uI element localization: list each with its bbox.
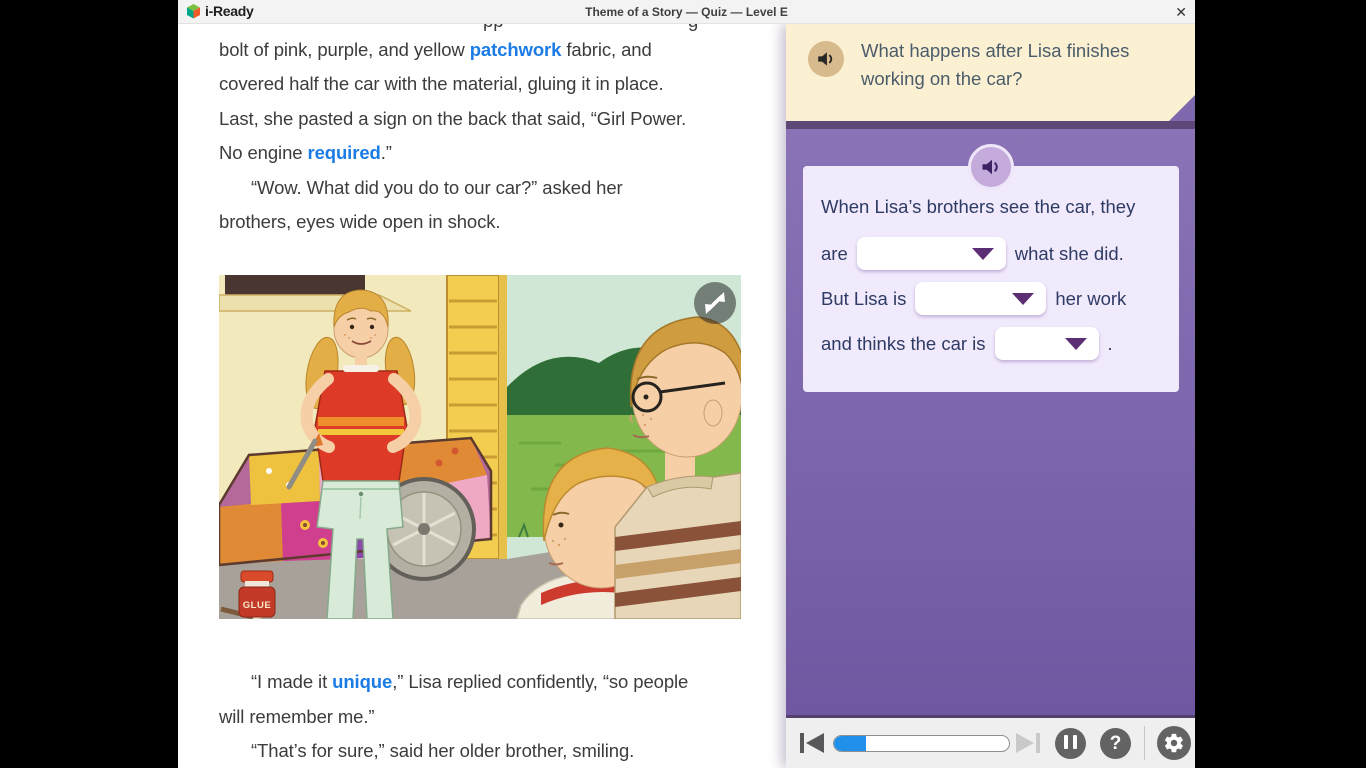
- cloze-line: But Lisa is her work: [821, 282, 1126, 315]
- illustration-svg: GLUE: [219, 275, 741, 620]
- story-line: Last, she pasted a sign on the back that…: [219, 107, 687, 129]
- speaker-icon: [815, 48, 837, 70]
- skip-forward-button[interactable]: [1015, 732, 1041, 754]
- window-titlebar: i-Ready Theme of a Story — Quiz — Level …: [178, 0, 1195, 24]
- vocab-link-unique[interactable]: unique: [332, 671, 392, 692]
- speaker-icon: [982, 159, 998, 175]
- expand-image-button[interactable]: [694, 282, 736, 325]
- skip-back-button[interactable]: [799, 732, 825, 754]
- story-line: “Wow. What did you do to our car?” asked…: [251, 176, 623, 198]
- window-title: Theme of a Story — Quiz — Level E: [585, 5, 788, 19]
- story-panel: pp g bolt of pink, purple, and yellow pa…: [178, 24, 786, 768]
- settings-button[interactable]: [1157, 726, 1191, 760]
- help-button[interactable]: ?: [1100, 727, 1131, 759]
- sentence-audio-button[interactable]: [968, 144, 1014, 190]
- gear-icon: [1164, 733, 1183, 753]
- pause-icon: [1062, 734, 1080, 752]
- question-text: What happens after Lisa finishes working…: [861, 40, 1130, 89]
- clipped-text-fragment: g: [688, 24, 698, 32]
- audio-progress-fill: [834, 735, 866, 751]
- playback-controls-bar: ?: [786, 718, 1195, 768]
- svg-text:GLUE: GLUE: [243, 600, 271, 611]
- close-button[interactable]: ✕: [1175, 2, 1187, 22]
- cloze-line: When Lisa’s brothers see the car, they: [821, 196, 1136, 217]
- question-panel: What happens after Lisa finishes working…: [786, 24, 1195, 768]
- story-illustration: GLUE: [219, 275, 741, 620]
- question-card: What happens after Lisa finishes working…: [786, 24, 1195, 121]
- answer-area: When Lisa’s brothers see the car, they a…: [786, 129, 1195, 715]
- cloze-line: and thinks the car is .: [821, 327, 1113, 360]
- story-line: bolt of pink, purple, and yellow patchwo…: [219, 39, 652, 60]
- app-window: pp g bolt of pink, purple, and yellow pa…: [178, 0, 1195, 768]
- question-audio-button[interactable]: [808, 41, 844, 77]
- skip-forward-icon: [1016, 733, 1040, 753]
- divider: [786, 121, 1195, 129]
- cloze-dropdown-2[interactable]: [915, 282, 1047, 315]
- story-line: covered half the car with the material, …: [219, 73, 664, 95]
- cloze-sentence-card: When Lisa’s brothers see the car, they a…: [803, 166, 1179, 392]
- story-line: No engine required.”: [219, 142, 392, 164]
- iready-cube-icon: [187, 3, 200, 18]
- cloze-dropdown-3[interactable]: [994, 327, 1099, 360]
- vocab-link-patchwork[interactable]: patchwork: [470, 39, 562, 60]
- divider: [1144, 726, 1145, 760]
- story-line: “I made it unique,” Lisa replied confide…: [251, 671, 689, 693]
- iready-logo: i-Ready: [186, 3, 254, 19]
- dropdown-arrow-icon: [971, 247, 994, 260]
- clipped-text-fragment: pp: [483, 24, 504, 32]
- skip-back-icon: [800, 733, 824, 753]
- vocab-link-required[interactable]: required: [307, 142, 380, 163]
- story-line: will remember me.”: [219, 705, 375, 727]
- pause-button[interactable]: [1055, 727, 1086, 759]
- dropdown-arrow-icon: [1064, 337, 1087, 350]
- cloze-line: are what she did.: [821, 237, 1124, 270]
- story-line: “That’s for sure,” said her older brothe…: [251, 740, 635, 762]
- story-line: brothers, eyes wide open in shock.: [219, 210, 501, 232]
- dropdown-arrow-icon: [1012, 292, 1035, 305]
- audio-progress-bar[interactable]: [833, 734, 1010, 752]
- help-icon: ?: [1109, 732, 1122, 754]
- brand-name: i-Ready: [205, 3, 254, 19]
- cloze-dropdown-1[interactable]: [856, 237, 1006, 270]
- story-text: bolt of pink, purple, and yellow patchwo…: [219, 33, 743, 768]
